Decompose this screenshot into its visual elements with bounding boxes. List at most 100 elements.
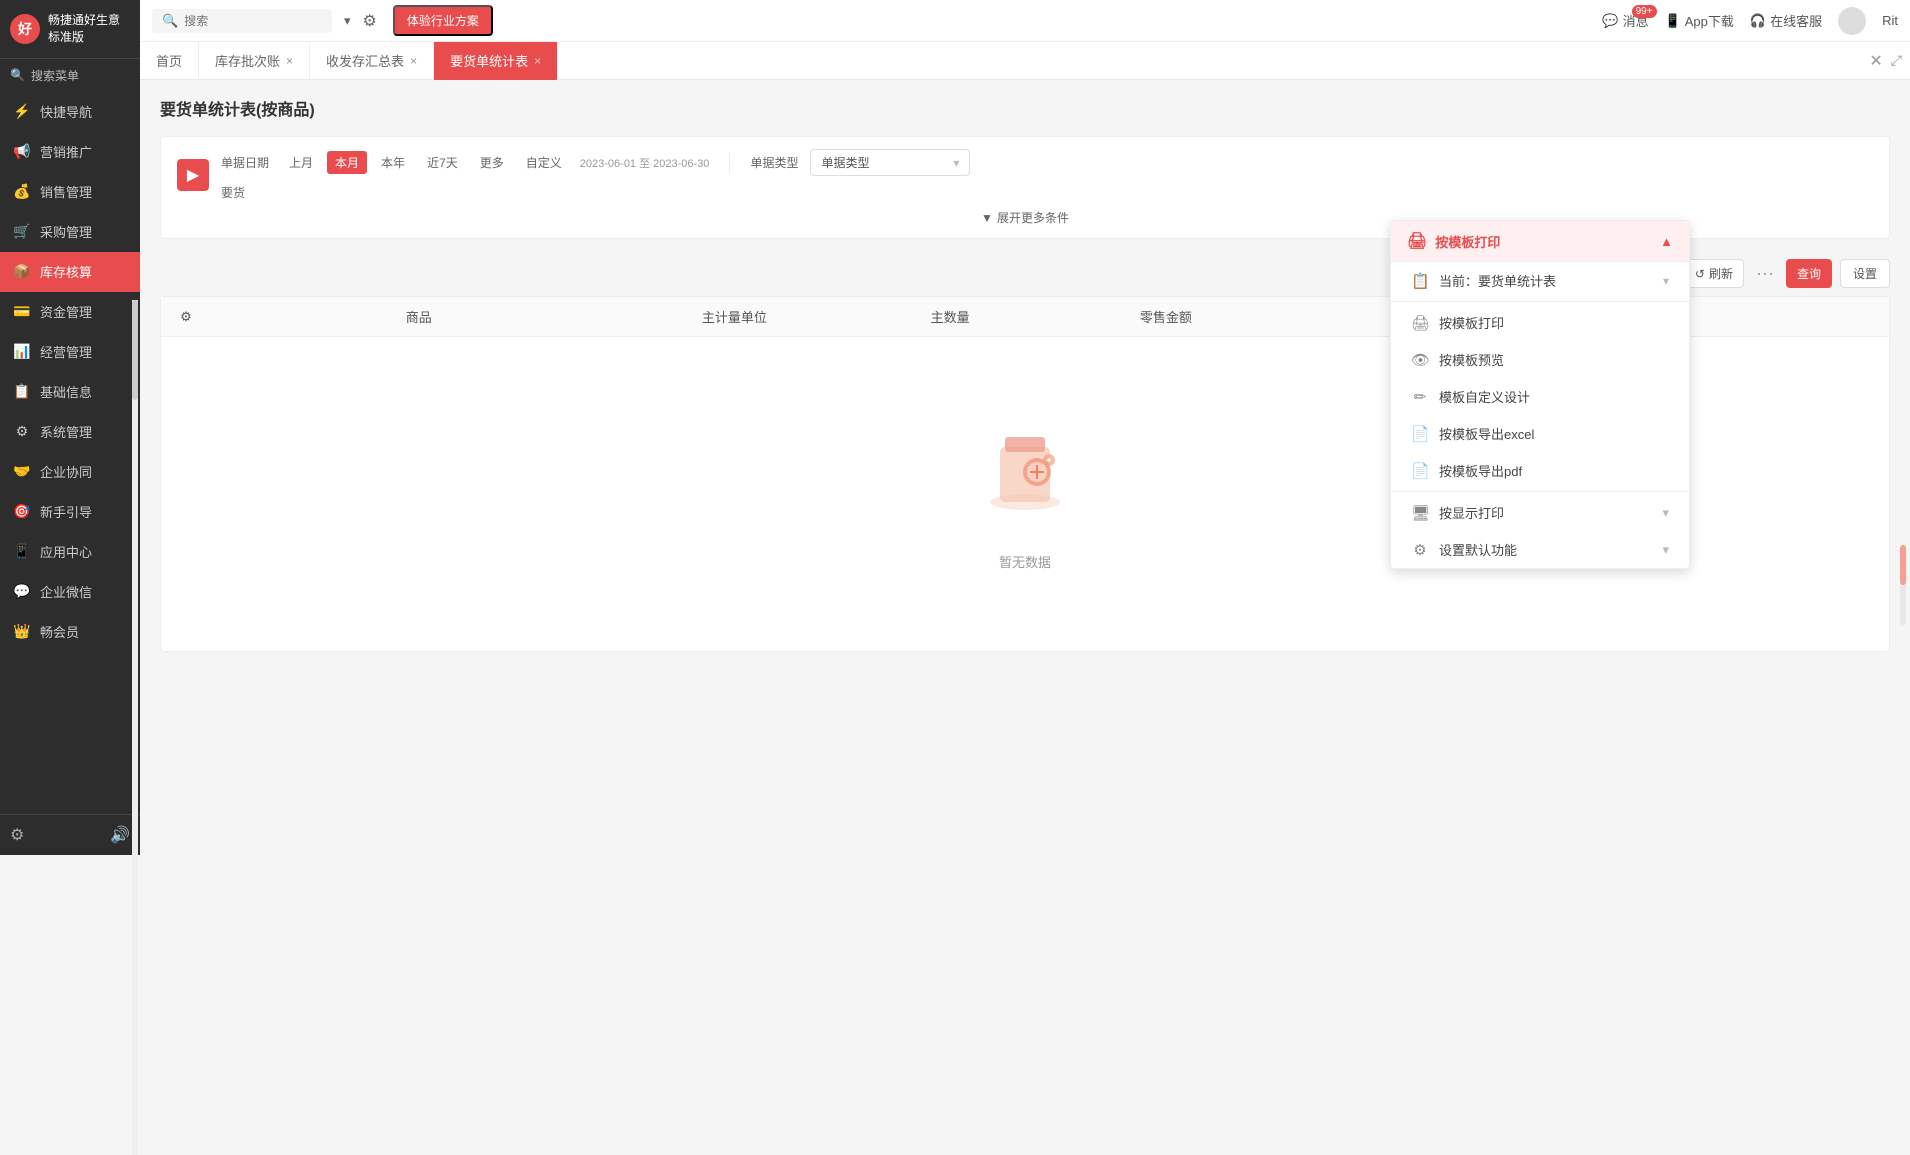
sidebar-item-collab[interactable]: 🤝 企业协同: [0, 452, 140, 492]
dropdown-template-design[interactable]: ✏ 模板自定义设计: [1391, 378, 1689, 415]
sidebar-item-label: 企业协同: [40, 462, 92, 481]
search-icon: 🔍: [10, 68, 25, 82]
template-design-icon: ✏: [1411, 388, 1429, 406]
sidebar-item-finance[interactable]: 💳 资金管理: [0, 292, 140, 332]
date-custom[interactable]: 自定义: [518, 151, 570, 174]
tab-close-all-btn[interactable]: ✕: [1869, 51, 1882, 71]
dropdown-template-preview[interactable]: 👁 按模板预览: [1391, 341, 1689, 378]
default-func-icon: ⚙: [1411, 541, 1429, 559]
dropdown-header: 🖨 按模板打印 ▲: [1391, 221, 1689, 262]
topbar-search-box[interactable]: 🔍: [152, 9, 332, 33]
topbar-dropdown-icon[interactable]: ▾: [344, 13, 351, 29]
app-name: 畅捷通好生意: [48, 12, 120, 29]
tab-order-stats[interactable]: 要货单统计表 ×: [434, 42, 558, 80]
sidebar-item-sales[interactable]: 💰 销售管理: [0, 172, 140, 212]
date-prev-month[interactable]: 上月: [281, 151, 321, 174]
col-settings-icon: ⚙: [180, 309, 192, 324]
tab-close-order-stats[interactable]: ×: [534, 54, 541, 68]
dropdown-template-print[interactable]: 🖨 按模板打印: [1391, 304, 1689, 341]
tab-close-batch-accounts[interactable]: ×: [286, 54, 293, 68]
sidebar-search[interactable]: 🔍 搜索菜单: [0, 59, 140, 92]
export-excel-label: 按模板导出excel: [1439, 424, 1534, 443]
settings-bottom-icon[interactable]: ⚙: [10, 825, 24, 845]
tab-home[interactable]: 首页: [140, 42, 199, 80]
display-print-arrow: ▾: [1662, 505, 1669, 521]
sidebar-item-inventory[interactable]: 📦 库存核算: [0, 252, 140, 292]
tab-label: 要货单统计表: [450, 51, 528, 70]
tab-close-collect-summary[interactable]: ×: [410, 54, 417, 68]
tab-collect-summary[interactable]: 收发存汇总表 ×: [310, 42, 434, 80]
order-type-select[interactable]: 单据类型 ▾: [810, 149, 970, 176]
query-button[interactable]: 查询: [1786, 259, 1832, 288]
sidebar-item-marketing[interactable]: 📢 营销推广: [0, 132, 140, 172]
dropdown-print-icon: 🖨: [1407, 231, 1427, 251]
apps-icon: 📱: [12, 542, 32, 562]
tab-label: 收发存汇总表: [326, 51, 404, 70]
dropdown-close-chevron[interactable]: ▲: [1660, 234, 1673, 249]
dropdown-current-label: 当前：要货单统计表: [1439, 271, 1556, 290]
settings-button[interactable]: 设置: [1840, 259, 1890, 288]
export-excel-icon: 📄: [1411, 425, 1429, 443]
date-current-month[interactable]: 本月: [327, 151, 367, 174]
app-download-btn[interactable]: 📱 App下载: [1665, 11, 1734, 30]
current-template-icon: 📋: [1411, 272, 1429, 290]
trial-button[interactable]: 体验行业方案: [393, 5, 493, 36]
col-amount: 零售金额: [1058, 307, 1274, 326]
sidebar-item-quick-nav[interactable]: ⚡ 快捷导航: [0, 92, 140, 132]
display-print-icon: 🖥: [1411, 504, 1429, 522]
sidebar-item-system[interactable]: ⚙ 系统管理: [0, 412, 140, 452]
export-pdf-icon: 📄: [1411, 462, 1429, 480]
sidebar-item-basic[interactable]: 📋 基础信息: [0, 372, 140, 412]
sidebar-item-wechat[interactable]: 💬 企业微信: [0, 572, 140, 612]
template-print-icon: 🖨: [1411, 314, 1429, 332]
date-range-display: 2023-06-01 至 2023-06-30: [580, 155, 710, 171]
dropdown-default-func[interactable]: ⚙ 设置默认功能 ▾: [1391, 531, 1689, 568]
dropdown-display-print[interactable]: 🖥 按显示打印 ▾: [1391, 494, 1689, 531]
dropdown-export-excel[interactable]: 📄 按模板导出excel: [1391, 415, 1689, 452]
date-label: 单据日期: [221, 154, 269, 171]
date-current-year[interactable]: 本年: [373, 151, 413, 174]
member-icon: 👑: [12, 622, 32, 642]
messages-btn[interactable]: 💬 消息 99+: [1602, 11, 1648, 30]
sidebar-item-label: 应用中心: [40, 542, 92, 561]
sidebar-item-guide[interactable]: 🎯 新手引导: [0, 492, 140, 532]
sidebar-item-member[interactable]: 👑 畅会员: [0, 612, 140, 652]
sidebar-item-operations[interactable]: 📊 经营管理: [0, 332, 140, 372]
dropdown-export-pdf[interactable]: 📄 按模板导出pdf: [1391, 452, 1689, 489]
template-preview-label: 按模板预览: [1439, 350, 1504, 369]
topbar: 🔍 ▾ ⚙ 体验行业方案 💬 消息 99+ 📱 App下载 🎧 在线客服 Rit: [140, 0, 1910, 42]
sidebar-item-purchase[interactable]: 🛒 采购管理: [0, 212, 140, 252]
col-unit: 主计量单位: [627, 307, 843, 326]
tab-batch-accounts[interactable]: 库存批次账 ×: [199, 42, 310, 80]
sidebar-item-label: 畅会员: [40, 622, 79, 641]
dropdown-current-template[interactable]: 📋 当前：要货单统计表 ▾: [1391, 262, 1689, 299]
messages-badge: 99+: [1632, 5, 1657, 18]
sales-icon: 💰: [12, 182, 32, 202]
refresh-button[interactable]: ↺ 刷新: [1684, 259, 1744, 288]
username-label: Rit: [1882, 13, 1898, 28]
page-scrollbar-thumb: [1900, 545, 1906, 585]
template-preview-icon: 👁: [1411, 351, 1429, 369]
sound-bottom-icon[interactable]: 🔊: [110, 825, 130, 845]
topbar-gear-icon[interactable]: ⚙: [363, 11, 377, 31]
topbar-search-input[interactable]: [184, 14, 284, 28]
filter-expand-arrow[interactable]: ▶: [177, 159, 209, 191]
filter-main-row: ▶ 单据日期 上月 本月 本年 近7天 更多 自定义 2023-06-01 至 …: [177, 149, 1873, 201]
tab-maximize-btn[interactable]: ⤢: [1891, 52, 1902, 69]
sidebar-item-apps[interactable]: 📱 应用中心: [0, 532, 140, 572]
expand-more-btn[interactable]: ▼ 展开更多条件: [981, 209, 1069, 226]
dropdown-title: 按模板打印: [1435, 232, 1500, 251]
headset-icon: 🎧: [1750, 13, 1766, 29]
tab-label: 库存批次账: [215, 51, 280, 70]
user-avatar[interactable]: [1838, 7, 1866, 35]
sidebar-item-label: 系统管理: [40, 422, 92, 441]
logo-icon: 好: [10, 14, 40, 44]
online-service-btn[interactable]: 🎧 在线客服: [1750, 11, 1822, 30]
page-title: 要货单统计表(按商品): [160, 96, 1890, 120]
col-settings[interactable]: ⚙: [161, 309, 211, 325]
date-more[interactable]: 更多: [472, 151, 512, 174]
export-pdf-label: 按模板导出pdf: [1439, 461, 1522, 480]
tab-bar: 首页 库存批次账 × 收发存汇总表 × 要货单统计表 × ✕ ⤢: [140, 42, 1910, 80]
more-button[interactable]: ···: [1752, 259, 1778, 288]
date-last-7[interactable]: 近7天: [419, 151, 466, 174]
